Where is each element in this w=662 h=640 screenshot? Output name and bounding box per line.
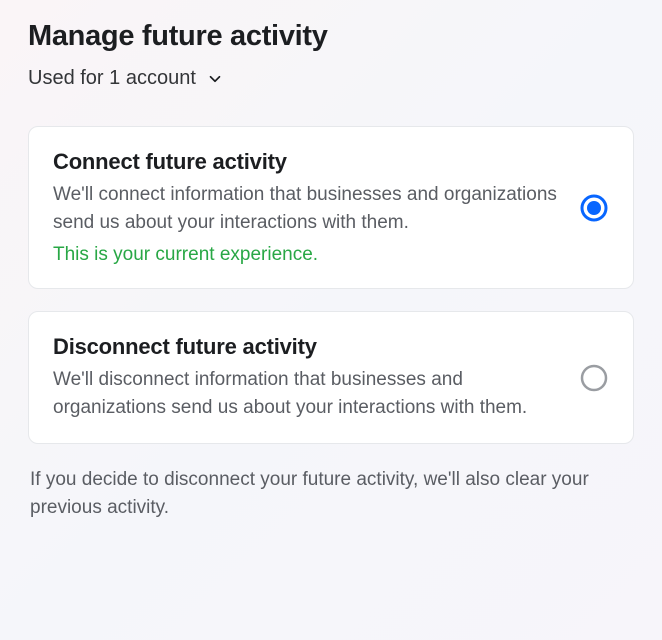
page-title: Manage future activity [28,20,634,53]
option-connect-future-activity[interactable]: Connect future activity We'll connect in… [28,126,634,289]
radio-disconnect[interactable] [579,363,609,393]
option-disconnect-title: Disconnect future activity [53,334,559,360]
option-disconnect-content: Disconnect future activity We'll disconn… [53,334,559,421]
option-connect-content: Connect future activity We'll connect in… [53,149,559,266]
account-selector[interactable]: Used for 1 account [28,67,224,90]
radio-connect[interactable] [579,193,609,223]
option-connect-title: Connect future activity [53,149,559,175]
account-selector-label: Used for 1 account [28,67,196,90]
option-connect-description: We'll connect information that businesse… [53,181,559,236]
current-experience-note: This is your current experience. [53,244,559,266]
footer-note: If you decide to disconnect your future … [28,466,634,521]
option-disconnect-description: We'll disconnect information that busine… [53,366,559,421]
chevron-down-icon [206,70,224,88]
option-disconnect-future-activity[interactable]: Disconnect future activity We'll disconn… [28,311,634,444]
